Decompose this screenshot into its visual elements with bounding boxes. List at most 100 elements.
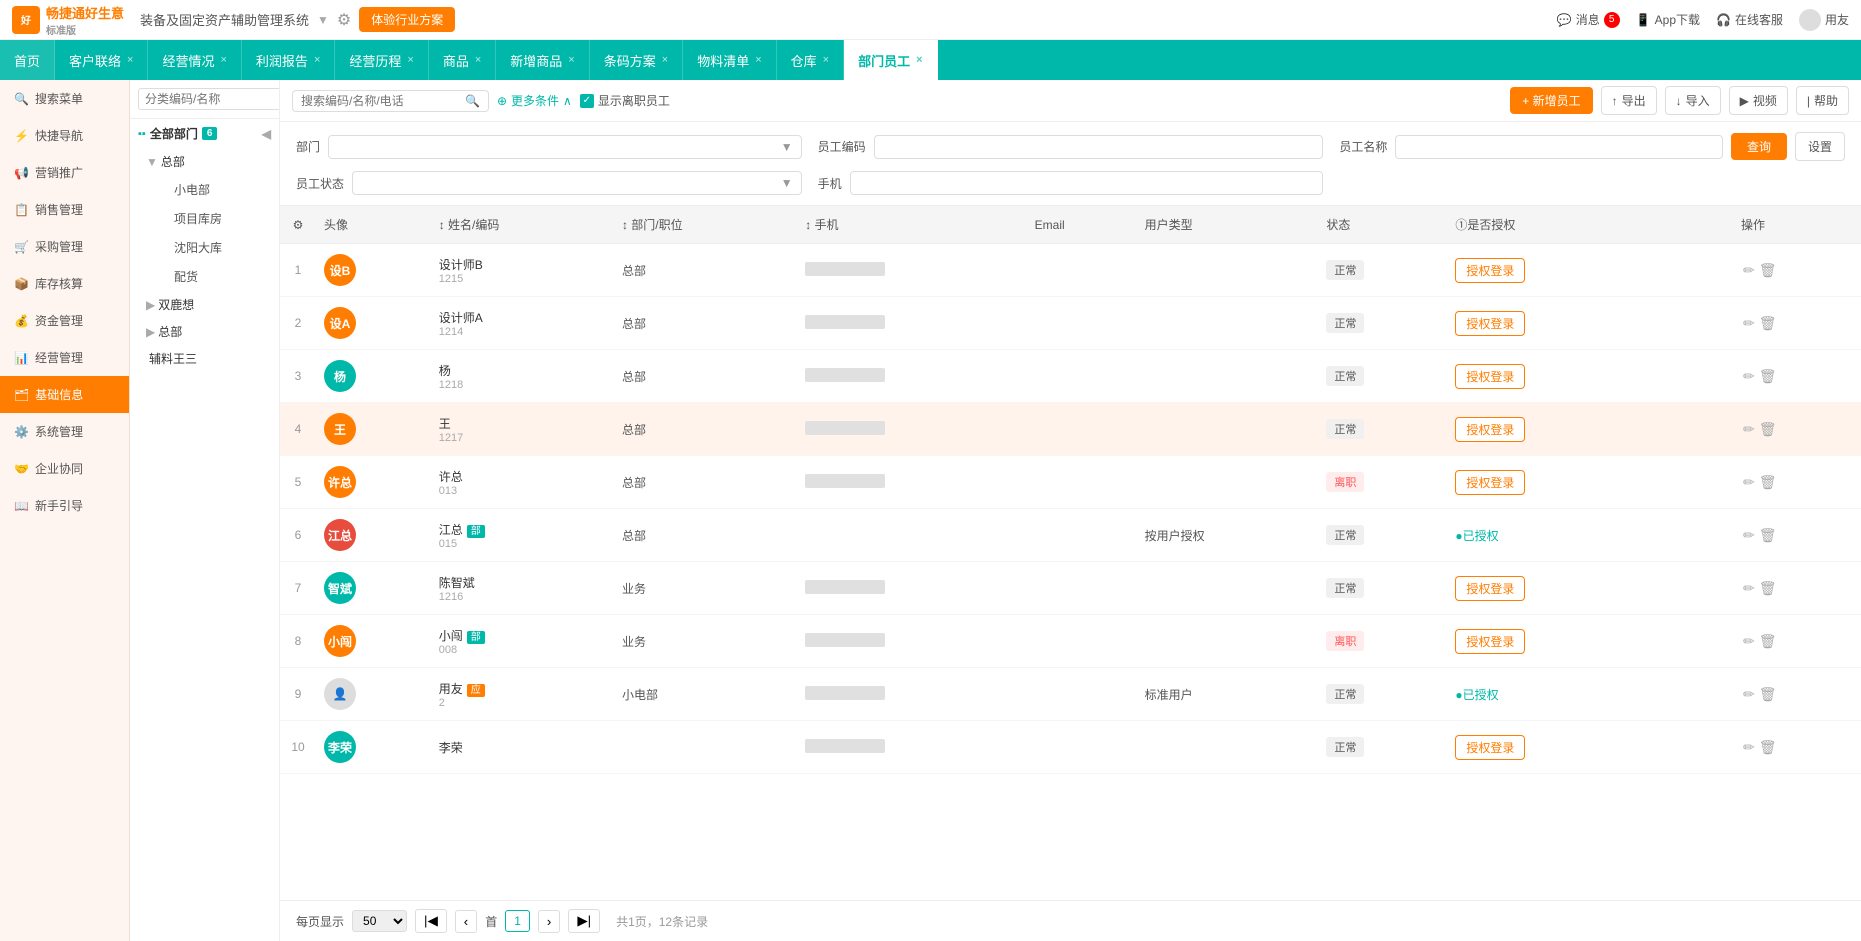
sidebar-item-inventory[interactable]: 📦 库存核算 [0,265,129,302]
sidebar-item-search[interactable]: 🔍 搜索菜单 [0,80,129,117]
edit-icon[interactable]: ✏ [1743,527,1755,543]
dept-item-shenyang[interactable]: 沈阳大库 [154,233,279,262]
dept-group-zongbu2[interactable]: ▶ 总部 [138,318,279,345]
row-auth[interactable]: ●已授权 [1447,509,1653,562]
sidebar-item-management[interactable]: 📊 经营管理 [0,339,129,376]
dept-search-input[interactable] [138,88,280,110]
delete-icon[interactable]: 🗑 [1759,368,1777,384]
nav-bom[interactable]: 物料清单 × [683,40,776,80]
search-btn[interactable]: 查询 [1731,133,1787,160]
sidebar-item-sales[interactable]: 📋 销售管理 [0,191,129,228]
row-auth[interactable]: 授权登录 [1447,562,1653,615]
sidebar-item-system[interactable]: ⚙️ 系统管理 [0,413,129,450]
gear-icon[interactable]: ⚙ [337,10,351,30]
delete-icon[interactable]: 🗑 [1759,527,1777,543]
nav-warehouse[interactable]: 仓库 × [777,40,844,80]
nav-history[interactable]: 经营历程 × [335,40,428,80]
edit-icon[interactable]: ✏ [1743,315,1755,331]
auth-login-button[interactable]: 授权登录 [1455,629,1525,654]
row-auth[interactable]: 授权登录 [1447,615,1653,668]
dropdown-arrow[interactable]: ▼ [317,13,329,27]
auth-login-button[interactable]: 授权登录 [1455,364,1525,389]
col-dept[interactable]: ↕ 部门/职位 [614,206,797,244]
nav-customer[interactable]: 客户联络 × [55,40,148,80]
last-page-btn[interactable]: ▶| [568,909,600,933]
emp-code-input[interactable] [874,135,1324,159]
col-name[interactable]: ↕ 姓名/编码 [431,206,614,244]
dept-group-shuanglu[interactable]: ▶ 双鹿想 [138,291,279,318]
edit-icon[interactable]: ✏ [1743,633,1755,649]
edit-icon[interactable]: ✏ [1743,739,1755,755]
more-conditions-btn[interactable]: ⊕ 更多条件 ∧ [497,92,572,109]
nav-operations[interactable]: 经营情况 × [148,40,241,80]
reset-btn[interactable]: 设置 [1795,132,1845,161]
nav-close-barcode[interactable]: × [662,54,668,66]
auth-login-button[interactable]: 授权登录 [1455,576,1525,601]
nav-close-customer[interactable]: × [127,54,133,66]
nav-profit[interactable]: 利润报告 × [242,40,335,80]
nav-close-new-goods[interactable]: × [568,54,574,66]
emp-name-input[interactable] [1395,135,1723,159]
nav-close-profit[interactable]: × [314,54,320,66]
nav-close-goods[interactable]: × [475,54,481,66]
edit-icon[interactable]: ✏ [1743,580,1755,596]
row-auth[interactable]: ●已授权 [1447,668,1653,721]
app-download-item[interactable]: 📱 App下载 [1636,11,1700,28]
all-dept-header[interactable]: ▪▪ 全部部门 6 ◀ [130,119,279,148]
auth-login-button[interactable]: 授权登录 [1455,735,1525,760]
delete-icon[interactable]: 🗑 [1759,633,1777,649]
dept-item-xiaodian[interactable]: 小电部 [154,175,279,204]
page-size-select[interactable]: 50 100 [352,910,407,932]
add-employee-button[interactable]: + 新增员工 [1510,87,1592,114]
dept-item-xiangmu[interactable]: 项目库房 [154,204,279,233]
col-phone[interactable]: ↕ 手机 [797,206,1026,244]
dept-group-fuliaoWang[interactable]: 辅料王三 [138,345,279,372]
nav-employees[interactable]: 部门员工 × [844,40,937,80]
nav-close-bom[interactable]: × [755,54,761,66]
nav-barcode[interactable]: 条码方案 × [590,40,683,80]
sidebar-item-marketing[interactable]: 📢 营销推广 [0,154,129,191]
edit-icon[interactable]: ✏ [1743,686,1755,702]
nav-close-history[interactable]: × [407,54,413,66]
edit-icon[interactable]: ✏ [1743,474,1755,490]
collapse-btn[interactable]: ◀ [262,127,271,141]
nav-close-warehouse[interactable]: × [823,54,829,66]
prev-page-btn[interactable]: ‹ [455,910,477,933]
edit-icon[interactable]: ✏ [1743,262,1755,278]
dept-filter-select[interactable]: ▼ [328,135,802,159]
auth-login-button[interactable]: 授权登录 [1455,311,1525,336]
show-inactive-toggle[interactable]: ✓ 显示离职员工 [580,92,670,109]
row-auth[interactable]: 授权登录 [1447,721,1653,774]
auth-login-button[interactable]: 授权登录 [1455,470,1525,495]
delete-icon[interactable]: 🗑 [1759,474,1777,490]
view-button[interactable]: ▶ 视频 [1729,86,1788,115]
user-item[interactable]: 用友 [1799,9,1849,31]
row-auth[interactable]: 授权登录 [1447,403,1653,456]
search-input[interactable] [301,94,461,108]
delete-icon[interactable]: 🗑 [1759,739,1777,755]
edit-icon[interactable]: ✏ [1743,368,1755,384]
dept-item-peihuo[interactable]: 配货 [154,262,279,291]
delete-icon[interactable]: 🗑 [1759,421,1777,437]
auth-login-button[interactable]: 授权登录 [1455,258,1525,283]
delete-icon[interactable]: 🗑 [1759,315,1777,331]
sidebar-item-finance[interactable]: 💰 资金管理 [0,302,129,339]
emp-status-select[interactable]: ▼ [352,171,802,195]
row-auth[interactable]: 授权登录 [1447,297,1653,350]
edit-icon[interactable]: ✏ [1743,421,1755,437]
delete-icon[interactable]: 🗑 [1759,686,1777,702]
phone-input[interactable] [850,171,1324,195]
first-page-btn[interactable]: |◀ [415,909,447,933]
sidebar-item-basic[interactable]: 🗂 基础信息 [0,376,129,413]
help-button[interactable]: | 帮助 [1796,86,1849,115]
sidebar-item-purchase[interactable]: 🛒 采购管理 [0,228,129,265]
auth-login-button[interactable]: 授权登录 [1455,417,1525,442]
delete-icon[interactable]: 🗑 [1759,580,1777,596]
next-page-btn[interactable]: › [538,910,560,933]
dept-group-zongbu[interactable]: ▼ 总部 [138,148,279,175]
col-settings[interactable]: ⚙ [280,206,316,244]
sidebar-item-collab[interactable]: 🤝 企业协同 [0,450,129,487]
row-auth[interactable]: 授权登录 [1447,456,1653,509]
delete-icon[interactable]: 🗑 [1759,262,1777,278]
nav-close-operations[interactable]: × [220,54,226,66]
